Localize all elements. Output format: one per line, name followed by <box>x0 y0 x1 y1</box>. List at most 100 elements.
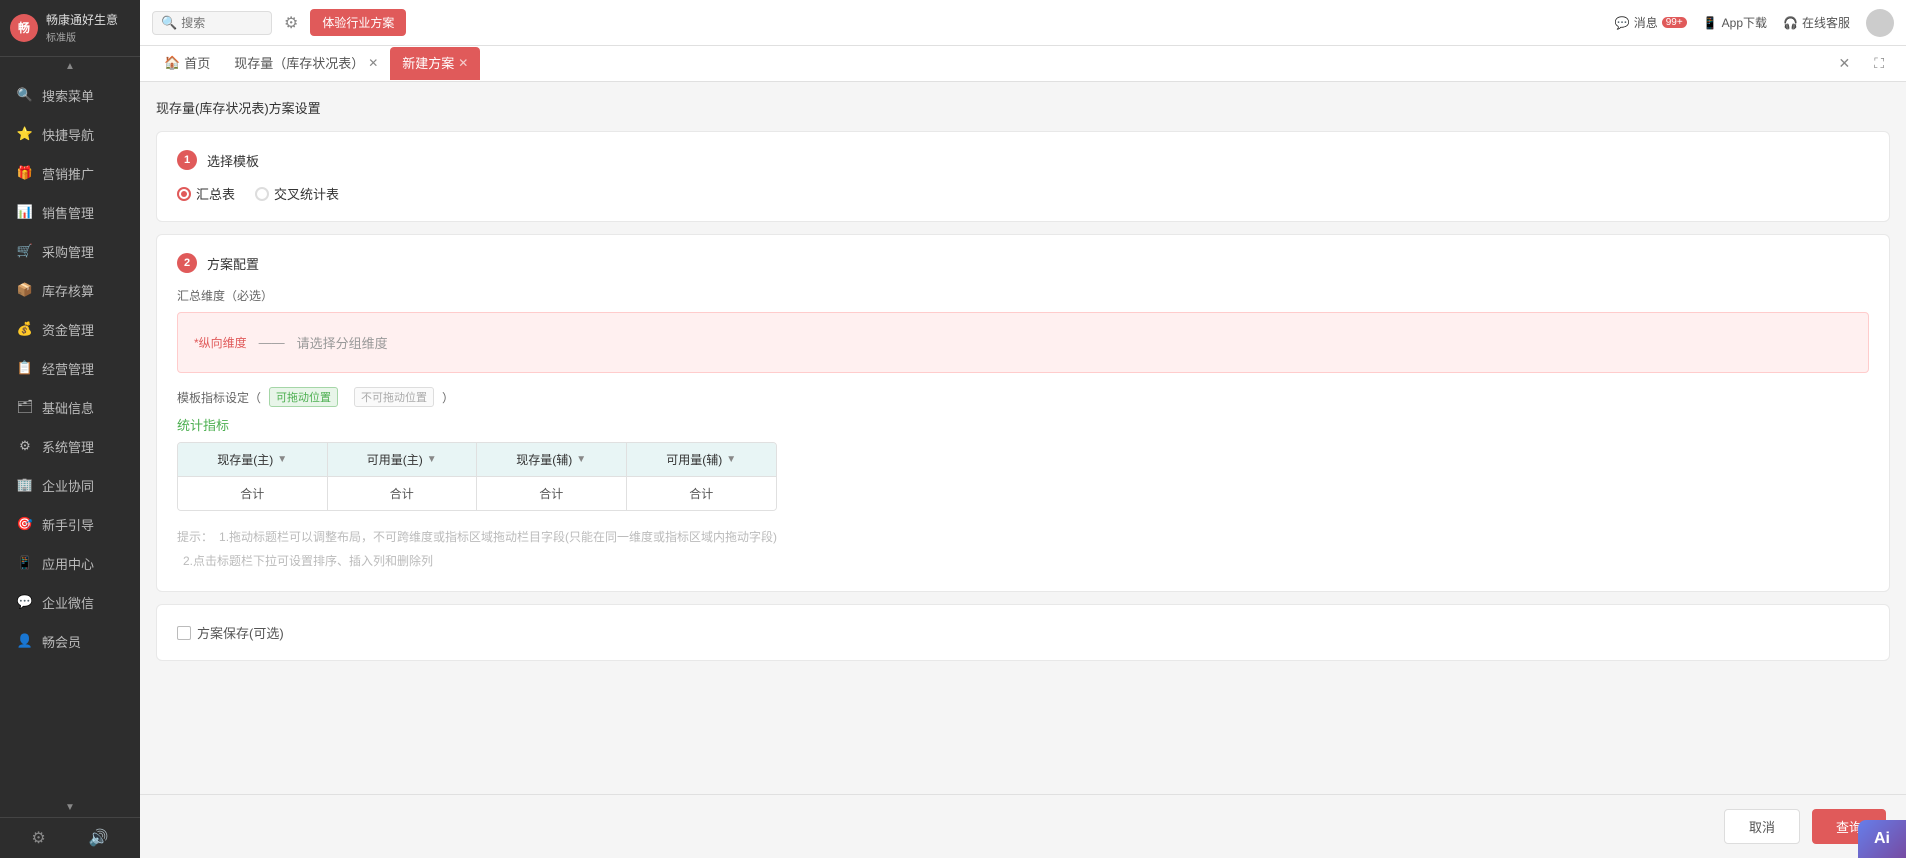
tip1-text: 1.拖动标题栏可以调整布局，不可跨维度或指标区域拖动栏目字段(只能在同一维度或指… <box>219 525 777 549</box>
dimension-box[interactable]: *纵向维度 —— 请选择分组维度 <box>177 312 1869 373</box>
page-title: 现存量(库存状况表)方案设置 <box>156 98 1890 117</box>
online-service-label: 在线客服 <box>1802 14 1850 31</box>
sidebar-item-system[interactable]: ⚙ 系统管理 <box>0 427 140 466</box>
stats-data-cell-2: 合计 <box>477 477 627 510</box>
app-center-icon: 📱 <box>16 554 34 572</box>
metrics-label-text: 模板指标设定（ <box>177 389 261 406</box>
sidebar-item-label: 营销推广 <box>42 164 94 183</box>
speaker-btn[interactable]: 🔊 <box>89 828 109 848</box>
sidebar-scroll-down[interactable]: ▼ <box>0 798 140 817</box>
home-icon: 🏠 <box>164 55 180 71</box>
tab-new-scheme-close-icon[interactable]: ✕ <box>458 56 468 70</box>
sidebar-item-app-center[interactable]: 📱 应用中心 <box>0 544 140 583</box>
marketing-icon: 🎁 <box>16 164 34 182</box>
member-icon: 👤 <box>16 632 34 650</box>
stats-header-cell-2[interactable]: 现存量(辅) ▼ <box>477 443 627 476</box>
stats-header-row: 现存量(主) ▼ 可用量(主) ▼ 现存量(辅) ▼ 可用量(辅) ▼ <box>178 443 776 476</box>
radio-summary[interactable]: 汇总表 <box>177 184 235 203</box>
save-option-label: 方案保存(可选) <box>197 623 284 642</box>
tab-new-scheme-label: 新建方案 <box>402 53 454 72</box>
search-menu-icon: 🔍 <box>16 86 34 104</box>
app-logo-icon: 畅 <box>10 14 38 42</box>
window-close-icon[interactable]: ✕ <box>1828 49 1860 78</box>
sidebar-item-purchase[interactable]: 🛒 采购管理 <box>0 232 140 271</box>
app-name-block: 畅康通好生意 标准版 <box>46 12 118 44</box>
sidebar-item-sales[interactable]: 📊 销售管理 <box>0 193 140 232</box>
sidebar-item-inventory[interactable]: 📦 库存核算 <box>0 271 140 310</box>
user-avatar[interactable] <box>1866 9 1894 37</box>
search-icon: 🔍 <box>161 15 177 31</box>
app-name: 畅康通好生意 <box>46 12 118 29</box>
sidebar-item-member[interactable]: 👤 畅会员 <box>0 622 140 661</box>
online-service-btn[interactable]: 🎧 在线客服 <box>1783 14 1850 31</box>
sidebar-item-quick-nav[interactable]: ⭐ 快捷导航 <box>0 115 140 154</box>
window-expand-icon[interactable]: ⛶ <box>1864 49 1894 78</box>
radio-cross-label: 交叉统计表 <box>274 184 339 203</box>
sidebar-item-basic-info[interactable]: 🗂 基础信息 <box>0 388 140 427</box>
stats-table: 现存量(主) ▼ 可用量(主) ▼ 现存量(辅) ▼ 可用量(辅) ▼ <box>177 442 777 511</box>
step1-title: 选择模板 <box>207 151 259 170</box>
sidebar-item-label: 销售管理 <box>42 203 94 222</box>
sidebar-item-wechat[interactable]: 💬 企业微信 <box>0 583 140 622</box>
tips-area: 提示： 1.拖动标题栏可以调整布局，不可跨维度或指标区域拖动栏目字段(只能在同一… <box>177 525 1869 573</box>
sidebar-item-newbie[interactable]: 🎯 新手引导 <box>0 505 140 544</box>
sidebar-nav: 🔍 搜索菜单 ⭐ 快捷导航 🎁 营销推广 📊 销售管理 🛒 采购管理 📦 库存核… <box>0 76 140 798</box>
col-dropdown-icon-2[interactable]: ▼ <box>576 454 586 465</box>
stats-header-cell-1[interactable]: 可用量(主) ▼ <box>328 443 478 476</box>
radio-cross[interactable]: 交叉统计表 <box>255 184 339 203</box>
settings-btn[interactable]: ⚙ <box>31 828 45 848</box>
stats-data-cell-1: 合计 <box>328 477 478 510</box>
message-icon: 💬 <box>1615 16 1630 30</box>
tab-new-scheme[interactable]: 新建方案 ✕ <box>390 47 480 80</box>
message-badge: 99+ <box>1662 17 1687 28</box>
tab-inventory-status[interactable]: 现存量（库存状况表） ✕ <box>222 47 390 80</box>
stats-header-cell-0[interactable]: 现存量(主) ▼ <box>178 443 328 476</box>
tab-inventory-status-label: 现存量（库存状况表） <box>234 53 364 72</box>
sidebar-logo: 畅 畅康通好生意 标准版 <box>0 0 140 57</box>
stats-col-label-3: 可用量(辅) <box>666 451 722 468</box>
col-dropdown-icon-1[interactable]: ▼ <box>427 454 437 465</box>
app-download-label: App下载 <box>1722 14 1767 31</box>
newbie-icon: 🎯 <box>16 515 34 533</box>
radio-summary-label: 汇总表 <box>196 184 235 203</box>
step2-card: 2 方案配置 汇总维度（必选） *纵向维度 —— 请选择分组维度 模板指标设定（… <box>156 234 1890 592</box>
sidebar-item-label: 系统管理 <box>42 437 94 456</box>
sidebar-item-marketing[interactable]: 🎁 营销推广 <box>0 154 140 193</box>
trial-button[interactable]: 体验行业方案 <box>310 9 406 36</box>
template-radio-group: 汇总表 交叉统计表 <box>177 184 1869 203</box>
topbar-gear-icon[interactable]: ⚙ <box>284 13 298 33</box>
search-input[interactable] <box>181 16 261 30</box>
cancel-button[interactable]: 取消 <box>1724 809 1800 844</box>
topbar: 🔍 ⚙ 体验行业方案 💬 消息 99+ 📱 App下载 🎧 在线客服 <box>140 0 1906 46</box>
save-checkbox[interactable] <box>177 626 191 640</box>
step1-badge: 1 <box>177 150 197 170</box>
sidebar-bottom: ⚙ 🔊 <box>0 817 140 858</box>
wechat-icon: 💬 <box>16 593 34 611</box>
search-box[interactable]: 🔍 <box>152 11 272 35</box>
sidebar-item-search-menu[interactable]: 🔍 搜索菜单 <box>0 76 140 115</box>
dimension-placeholder: 请选择分组维度 <box>297 333 388 352</box>
stats-header-cell-3[interactable]: 可用量(辅) ▼ <box>627 443 777 476</box>
metrics-label-suffix: ） <box>442 389 454 406</box>
col-dropdown-icon-3[interactable]: ▼ <box>726 454 736 465</box>
dimension-separator: —— <box>259 335 285 350</box>
sidebar-item-label: 经营管理 <box>42 359 94 378</box>
col-dropdown-icon-0[interactable]: ▼ <box>277 454 287 465</box>
dimension-row: *纵向维度 —— 请选择分组维度 <box>194 333 1852 352</box>
sidebar-item-enterprise[interactable]: 🏢 企业协同 <box>0 466 140 505</box>
sidebar-scroll-up[interactable]: ▲ <box>0 57 140 76</box>
quick-nav-icon: ⭐ <box>16 125 34 143</box>
operations-icon: 📋 <box>16 359 34 377</box>
tab-home[interactable]: 🏠 首页 <box>152 47 222 80</box>
sidebar-item-finance[interactable]: 💰 资金管理 <box>0 310 140 349</box>
message-btn[interactable]: 💬 消息 99+ <box>1615 14 1687 31</box>
app-download-btn[interactable]: 📱 App下载 <box>1703 14 1767 31</box>
enterprise-icon: 🏢 <box>16 476 34 494</box>
sidebar-item-operations[interactable]: 📋 经营管理 <box>0 349 140 388</box>
sidebar-item-label: 采购管理 <box>42 242 94 261</box>
main-content: 🔍 ⚙ 体验行业方案 💬 消息 99+ 📱 App下载 🎧 在线客服 🏠 <box>140 0 1906 858</box>
ai-float-button[interactable]: Ai <box>1858 820 1906 858</box>
purchase-icon: 🛒 <box>16 242 34 260</box>
tab-inventory-close-icon[interactable]: ✕ <box>368 56 378 70</box>
save-option-card: 方案保存(可选) <box>156 604 1890 661</box>
